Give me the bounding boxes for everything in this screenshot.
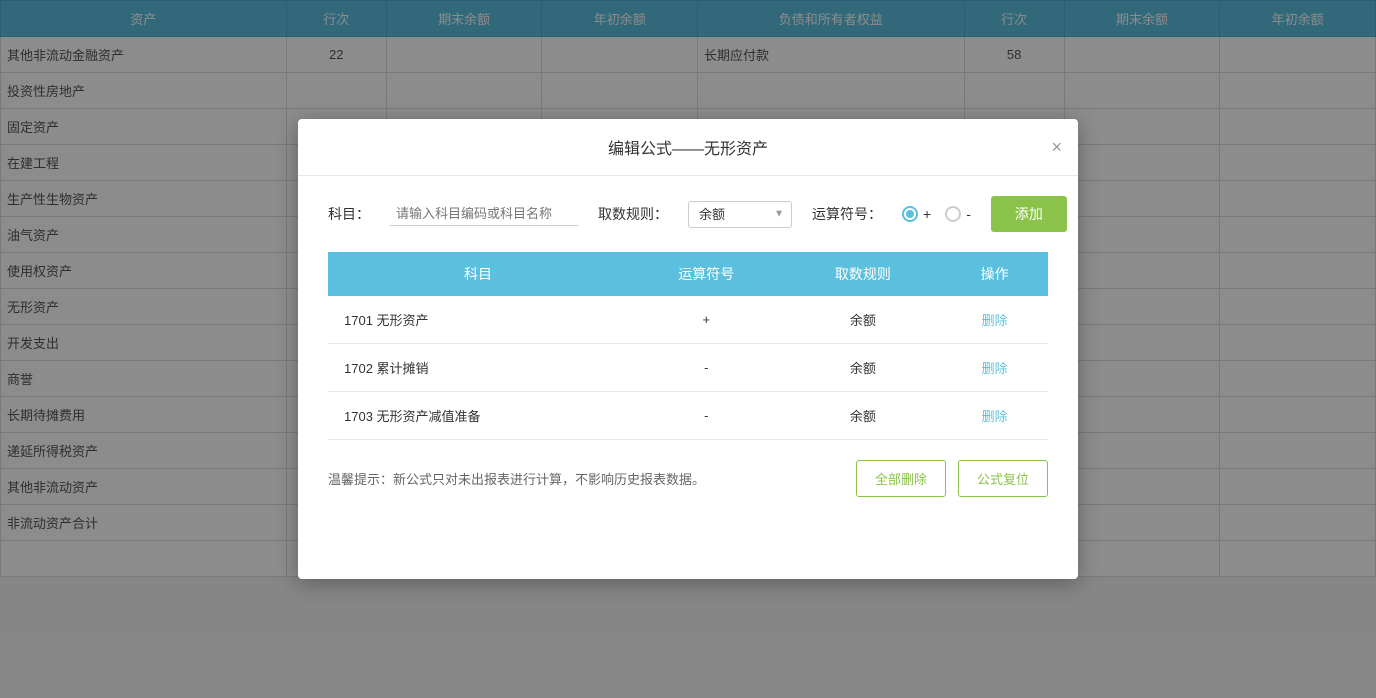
row1-delete-link[interactable]: 删除 — [982, 313, 1008, 328]
radio-plus-circle — [902, 206, 918, 222]
rule-label: 取数规则： — [598, 204, 668, 224]
operator-label: 运算符号： — [812, 204, 882, 224]
row1-rule: 余额 — [785, 296, 942, 344]
row3-action: 删除 — [941, 392, 1048, 440]
form-row: 科目： 取数规则： 余额 借方 贷方 借方发生额 贷方发生额 ▼ 运算符号： + — [298, 176, 1078, 252]
row2-rule: 余额 — [785, 344, 942, 392]
col-header-rule: 取数规则 — [785, 252, 942, 296]
table-row: 1703 无形资产减值准备 - 余额 删除 — [328, 392, 1048, 440]
modal-overlay: 编辑公式——无形资产 × 科目： 取数规则： 余额 借方 贷方 借方发生额 贷方… — [0, 0, 1376, 698]
row2-subject: 1702 累计摊销 — [328, 344, 628, 392]
radio-plus-item[interactable]: + — [902, 206, 931, 222]
add-button[interactable]: 添加 — [991, 196, 1067, 232]
row2-delete-link[interactable]: 删除 — [982, 361, 1008, 376]
row1-action: 删除 — [941, 296, 1048, 344]
rule-select[interactable]: 余额 借方 贷方 借方发生额 贷方发生额 — [688, 201, 792, 228]
col-header-subject: 科目 — [328, 252, 628, 296]
modal-dialog: 编辑公式——无形资产 × 科目： 取数规则： 余额 借方 贷方 借方发生额 贷方… — [298, 119, 1078, 579]
radio-minus-circle — [945, 206, 961, 222]
radio-minus-label: - — [966, 206, 971, 222]
table-row: 1701 无形资产 + 余额 删除 — [328, 296, 1048, 344]
modal-title: 编辑公式——无形资产 — [608, 135, 768, 159]
row3-rule: 余额 — [785, 392, 942, 440]
modal-header: 编辑公式——无形资产 × — [298, 119, 1078, 176]
footer-buttons-group: 全部删除 公式复位 — [856, 460, 1048, 497]
radio-minus-item[interactable]: - — [945, 206, 971, 222]
formula-table: 科目 运算符号 取数规则 操作 1701 无形资产 + 余额 删除 — [328, 252, 1048, 440]
row1-subject: 1701 无形资产 — [328, 296, 628, 344]
subject-input[interactable] — [390, 202, 578, 226]
operator-radio-group: + - — [902, 206, 971, 222]
subject-label: 科目： — [328, 204, 370, 224]
rule-select-wrap: 余额 借方 贷方 借方发生额 贷方发生额 ▼ — [688, 201, 792, 228]
table-row: 1702 累计摊销 - 余额 删除 — [328, 344, 1048, 392]
row3-operator: - — [628, 392, 785, 440]
col-header-action: 操作 — [941, 252, 1048, 296]
row1-operator: + — [628, 296, 785, 344]
row3-subject: 1703 无形资产减值准备 — [328, 392, 628, 440]
delete-all-button[interactable]: 全部删除 — [856, 460, 946, 497]
table-header-row: 科目 运算符号 取数规则 操作 — [328, 252, 1048, 296]
radio-plus-label: + — [923, 206, 931, 222]
modal-footer: 温馨提示：新公式只对未出报表进行计算，不影响历史报表数据。 全部删除 公式复位 — [298, 440, 1078, 507]
data-table-section: 科目 运算符号 取数规则 操作 1701 无形资产 + 余额 删除 — [298, 252, 1078, 440]
modal-close-button[interactable]: × — [1051, 138, 1062, 156]
row2-action: 删除 — [941, 344, 1048, 392]
row3-delete-link[interactable]: 删除 — [982, 409, 1008, 424]
reset-formula-button[interactable]: 公式复位 — [958, 460, 1048, 497]
footer-tip-text: 温馨提示：新公式只对未出报表进行计算，不影响历史报表数据。 — [328, 469, 705, 488]
col-header-operator: 运算符号 — [628, 252, 785, 296]
row2-operator: - — [628, 344, 785, 392]
